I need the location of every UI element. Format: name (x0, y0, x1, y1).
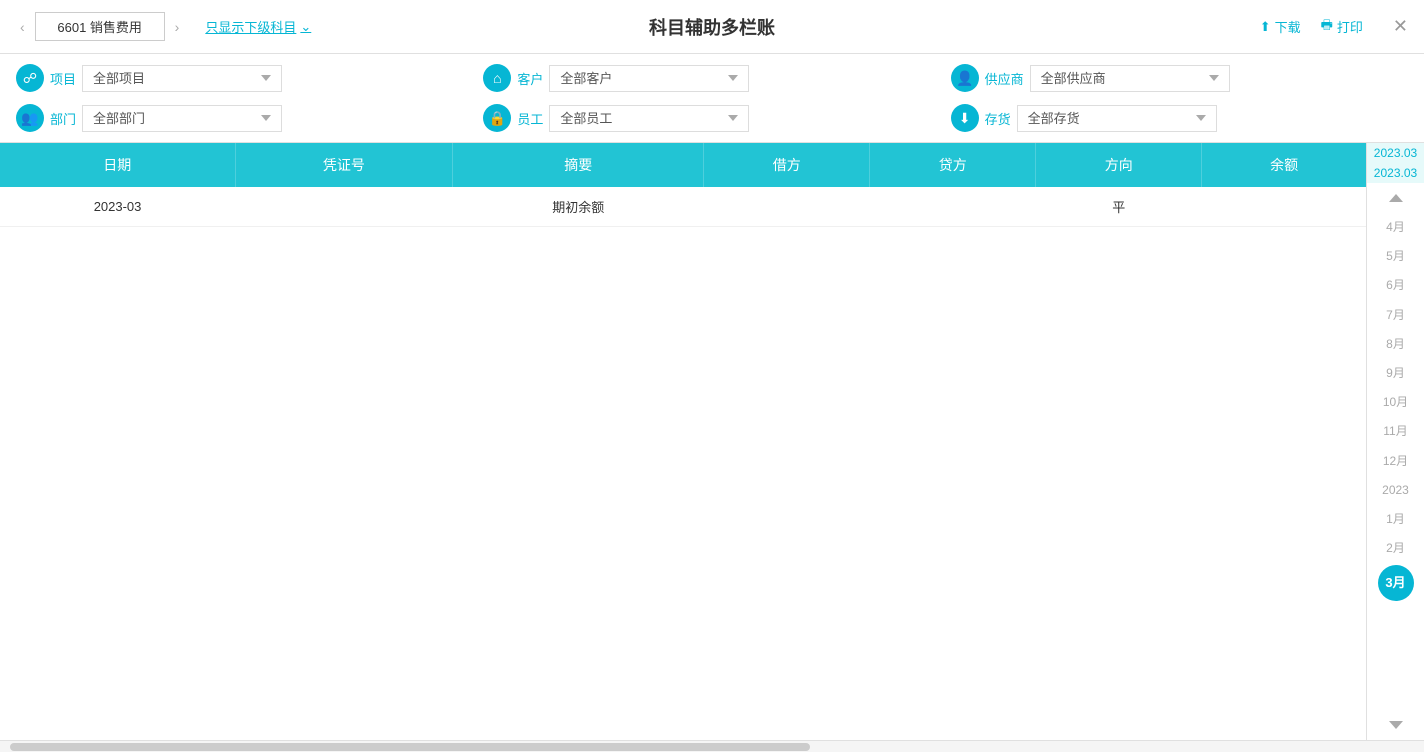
month-list: 4月5月6月7月8月9月10月11月12月20231月2月3月 (1367, 213, 1424, 710)
month-item[interactable]: 2023 (1367, 476, 1424, 505)
col-debit: 借方 (704, 143, 870, 187)
close-button[interactable]: ✕ (1393, 16, 1408, 37)
employee-icon: 🔒 (483, 104, 511, 132)
customer-icon: ⌂ (483, 64, 511, 92)
filters-panel: ☍ 项目 全部项目 ⌂ 客户 全部客户 👤 供应商 全部供应商 (0, 54, 1424, 143)
cell-voucher (235, 187, 453, 227)
cell-summary: 期初余额 (453, 187, 704, 227)
department-label: 部门 (50, 109, 76, 128)
month-item[interactable]: 2月 (1367, 534, 1424, 563)
employee-filter: 🔒 员工 全部员工 (483, 104, 940, 132)
inventory-label: 存货 (985, 109, 1011, 128)
col-credit: 贷方 (870, 143, 1036, 187)
col-summary: 摘要 (453, 143, 704, 187)
cell-direction: 平 (1036, 187, 1202, 227)
month-item[interactable]: 1月 (1367, 505, 1424, 534)
supplier-label: 供应商 (985, 69, 1024, 88)
project-select[interactable]: 全部项目 (82, 65, 282, 92)
employee-select[interactable]: 全部员工 (549, 105, 749, 132)
department-filter: 👥 部门 全部部门 (16, 104, 473, 132)
supplier-icon: 👤 (951, 64, 979, 92)
content-area: 日期 凭证号 摘要 借方 贷方 方向 余额 2023-03 期初余额 平 (0, 143, 1424, 740)
month-sidebar: 2023.03 2023.03 4月5月6月7月8月9月10月11月12月202… (1366, 143, 1424, 740)
project-label: 项目 (50, 69, 76, 88)
cell-balance (1202, 187, 1366, 227)
main-table: 日期 凭证号 摘要 借方 贷方 方向 余额 2023-03 期初余额 平 (0, 143, 1366, 227)
selected-month-text2: 2023.03 (1374, 166, 1417, 180)
next-arrow[interactable]: › (171, 17, 184, 37)
month-item[interactable]: 3月 (1378, 565, 1414, 601)
month-item[interactable]: 9月 (1367, 359, 1424, 388)
month-item[interactable]: 4月 (1367, 213, 1424, 242)
customer-filter: ⌂ 客户 全部客户 (483, 64, 940, 92)
download-icon: ⬆ (1260, 19, 1271, 35)
header-left: ‹ 6601 销售费用 › 只显示下级科目 ⌄ (16, 12, 311, 41)
month-item[interactable]: 6月 (1367, 271, 1424, 300)
supplier-select[interactable]: 全部供应商 (1030, 65, 1230, 92)
month-item[interactable]: 5月 (1367, 242, 1424, 271)
col-date: 日期 (0, 143, 235, 187)
month-nav-up[interactable] (1367, 183, 1424, 213)
selected-month-top2[interactable]: 2023.03 (1367, 163, 1424, 183)
account-code[interactable]: 6601 销售费用 (35, 12, 165, 41)
show-sub-button[interactable]: 只显示下级科目 ⌄ (205, 17, 311, 36)
month-item[interactable]: 7月 (1367, 301, 1424, 330)
page-title: 科目辅助多栏账 (649, 14, 775, 40)
month-item[interactable]: 10月 (1367, 388, 1424, 417)
table-body: 2023-03 期初余额 平 (0, 187, 1366, 227)
selected-month-text1: 2023.03 (1374, 146, 1417, 160)
cell-date: 2023-03 (0, 187, 235, 227)
chevron-down-icon: ⌄ (300, 19, 311, 35)
table-container: 日期 凭证号 摘要 借方 贷方 方向 余额 2023-03 期初余额 平 (0, 143, 1366, 740)
inventory-filter: ⬇ 存货 全部存货 (951, 104, 1408, 132)
table-header-row: 日期 凭证号 摘要 借方 贷方 方向 余额 (0, 143, 1366, 187)
cell-credit (870, 187, 1036, 227)
customer-label: 客户 (517, 69, 543, 88)
month-item[interactable]: 11月 (1367, 417, 1424, 446)
employee-label: 员工 (517, 109, 543, 128)
table-row: 2023-03 期初余额 平 (0, 187, 1366, 227)
horizontal-scrollbar[interactable] (0, 740, 1424, 752)
col-voucher: 凭证号 (235, 143, 453, 187)
project-filter: ☍ 项目 全部项目 (16, 64, 473, 92)
inventory-select[interactable]: 全部存货 (1017, 105, 1217, 132)
department-icon: 👥 (16, 104, 44, 132)
print-button[interactable]: 🖶 打印 (1321, 16, 1363, 38)
month-nav-down[interactable] (1367, 710, 1424, 740)
month-item[interactable]: 12月 (1367, 447, 1424, 476)
print-icon: 🖶 (1321, 16, 1333, 38)
selected-month-top1[interactable]: 2023.03 (1367, 143, 1424, 163)
month-item[interactable]: 8月 (1367, 330, 1424, 359)
project-icon: ☍ (16, 64, 44, 92)
col-balance: 余额 (1202, 143, 1366, 187)
show-sub-label: 只显示下级科目 (205, 17, 296, 36)
scrollbar-thumb[interactable] (10, 743, 810, 751)
cell-debit (704, 187, 870, 227)
supplier-filter: 👤 供应商 全部供应商 (951, 64, 1408, 92)
prev-arrow[interactable]: ‹ (16, 17, 29, 37)
inventory-icon: ⬇ (951, 104, 979, 132)
department-select[interactable]: 全部部门 (82, 105, 282, 132)
header-actions: ⬆ 下载 🖶 打印 ✕ (1260, 16, 1408, 38)
download-button[interactable]: ⬆ 下载 (1260, 17, 1301, 36)
col-direction: 方向 (1036, 143, 1202, 187)
header: ‹ 6601 销售费用 › 只显示下级科目 ⌄ 科目辅助多栏账 ⬆ 下载 🖶 打… (0, 0, 1424, 54)
customer-select[interactable]: 全部客户 (549, 65, 749, 92)
